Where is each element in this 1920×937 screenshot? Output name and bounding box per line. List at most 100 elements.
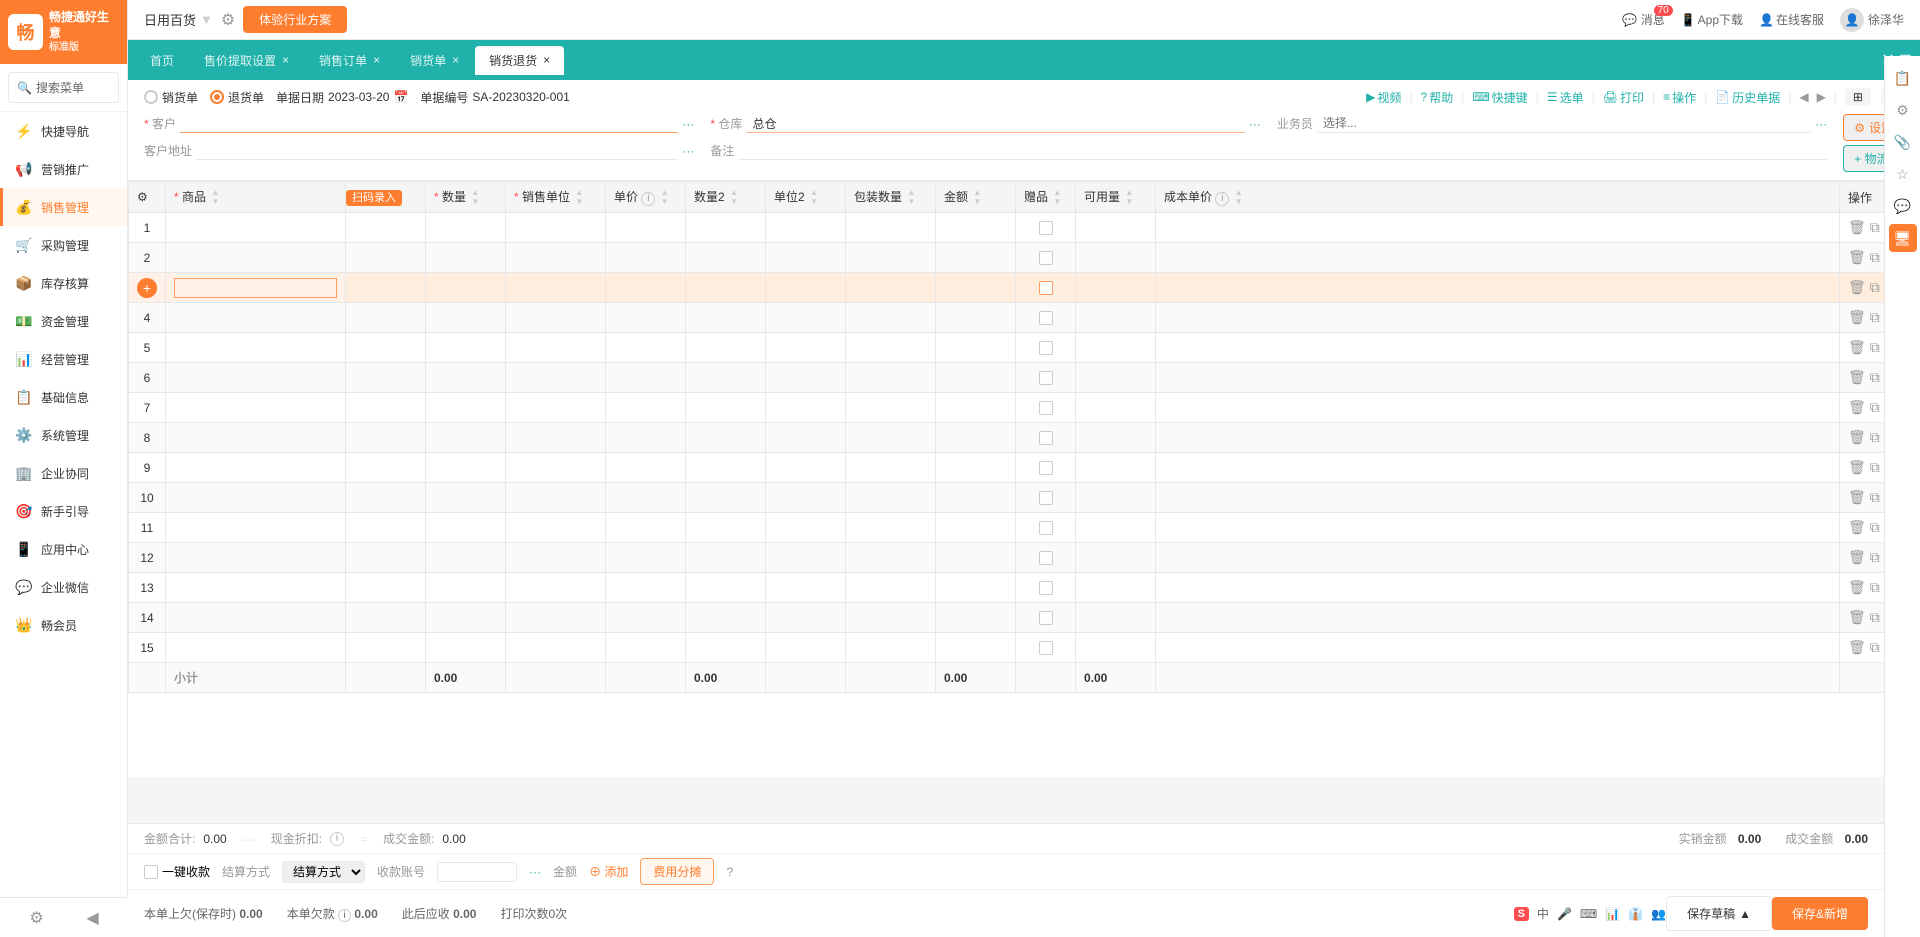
sort-cost-icon[interactable]: ▲▼	[1235, 189, 1243, 206]
warehouse-select-icon[interactable]: ···	[1249, 117, 1261, 131]
avail-cell-1[interactable]	[1076, 213, 1156, 243]
operations-button[interactable]: ≡ 操作	[1663, 89, 1696, 106]
qty-cell-2[interactable]	[426, 243, 506, 273]
copy-icon-2[interactable]: ⧉	[1870, 249, 1880, 266]
chinese-icon[interactable]: 中	[1537, 905, 1549, 922]
sidebar-item-guide[interactable]: 🎯 新手引导	[0, 492, 127, 530]
sort-qty-icon[interactable]: ▲▼	[471, 189, 479, 206]
sidebar-item-enterprise[interactable]: 🏢 企业协同	[0, 454, 127, 492]
mic-icon[interactable]: 🎤	[1557, 907, 1572, 921]
radio-return[interactable]: 退货单	[210, 89, 264, 106]
app-download-button[interactable]: 📱 App下载	[1681, 11, 1743, 28]
delete-icon[interactable]: 🗑	[1848, 309, 1866, 326]
packqty-cell-2[interactable]	[846, 243, 936, 273]
delete-icon[interactable]: 🗑	[1848, 639, 1866, 656]
copy-icon[interactable]: ⧉	[1870, 459, 1880, 476]
shortcuts-button[interactable]: ⌨ 快捷键	[1472, 89, 1527, 106]
sort-product-icon[interactable]: ▲▼	[211, 189, 219, 206]
cost-cell-1[interactable]	[1156, 213, 1840, 243]
copy-icon[interactable]: ⧉	[1870, 309, 1880, 326]
sidebar-item-marketing[interactable]: 📢 营销推广	[0, 150, 127, 188]
online-service-button[interactable]: 👤 在线客服	[1759, 11, 1824, 28]
copy-icon[interactable]: ⧉	[1870, 399, 1880, 416]
add-row-button[interactable]: +	[137, 278, 157, 298]
sidebar-item-sales[interactable]: 💰 销售管理	[0, 188, 127, 226]
staff-input[interactable]	[1317, 114, 1811, 133]
sort-qty2-icon[interactable]: ▲▼	[730, 189, 738, 206]
search-menu-button[interactable]: 🔍 搜索菜单	[8, 72, 119, 103]
delete-icon[interactable]: 🗑	[1848, 519, 1866, 536]
people-icon[interactable]: 👥	[1651, 907, 1666, 921]
copy-icon[interactable]: ⧉	[1870, 369, 1880, 386]
right-panel-btn-5[interactable]: 💬	[1889, 192, 1917, 220]
radio-delivery[interactable]: 销货单	[144, 89, 198, 106]
help-button[interactable]: ? 帮助	[1421, 89, 1454, 106]
sidebar-item-member[interactable]: 👑 畅会员	[0, 606, 127, 644]
tab-sales-return[interactable]: 销货退货 ×	[475, 46, 564, 75]
expense-info-icon[interactable]: ?	[726, 865, 733, 879]
chart-icon[interactable]: 📊	[1605, 907, 1620, 921]
header-settings-icon[interactable]: ⚙	[221, 10, 235, 30]
select-order-button[interactable]: ☰ 选单	[1547, 89, 1584, 106]
copy-icon[interactable]: ⧉	[1870, 339, 1880, 356]
qty2-cell-1[interactable]	[686, 213, 766, 243]
save-draft-button[interactable]: 保存草稿 ▲	[1666, 896, 1772, 931]
qty2-cell-3[interactable]	[686, 273, 766, 303]
copy-icon[interactable]: ⧉	[1870, 609, 1880, 626]
sidebar-item-operations[interactable]: 📊 经营管理	[0, 340, 127, 378]
one-click-payment-checkbox[interactable]: 一键收款	[144, 863, 210, 880]
sidebar-item-base[interactable]: 📋 基础信息	[0, 378, 127, 416]
qty-cell-3[interactable]	[426, 273, 506, 303]
copy-icon[interactable]: ⧉	[1870, 429, 1880, 446]
add-payment-button[interactable]: ⊕ 添加	[589, 863, 628, 880]
unit2-cell-1[interactable]	[766, 213, 846, 243]
keyboard-icon-2[interactable]: ⌨	[1580, 907, 1597, 921]
scan-badge[interactable]: 扫码录入	[346, 190, 402, 206]
customer-input[interactable]	[180, 114, 678, 133]
delete-icon[interactable]: 🗑	[1848, 429, 1866, 446]
sidebar-item-apps[interactable]: 📱 应用中心	[0, 530, 127, 568]
unit-cell-2[interactable]	[506, 243, 606, 273]
sort-amount-icon[interactable]: ▲▼	[973, 189, 981, 206]
save-new-button[interactable]: 保存&新增	[1772, 897, 1868, 930]
tab-close-price-settings[interactable]: ×	[282, 53, 289, 67]
delete-icon[interactable]: 🗑	[1848, 489, 1866, 506]
sidebar-item-funds[interactable]: 💵 资金管理	[0, 302, 127, 340]
tab-close-sales-return[interactable]: ×	[543, 53, 550, 67]
settings-icon[interactable]: ⚙	[29, 908, 43, 928]
right-panel-btn-6[interactable]: 🖥	[1889, 224, 1917, 252]
copy-icon[interactable]: ⧉	[1870, 639, 1880, 656]
copy-icon[interactable]: ⧉	[1870, 579, 1880, 596]
sort-gift-icon[interactable]: ▲▼	[1053, 189, 1061, 206]
delete-icon[interactable]: 🗑	[1848, 399, 1866, 416]
delete-icon-1[interactable]: 🗑	[1848, 219, 1866, 236]
account-dots[interactable]: ···	[529, 865, 541, 879]
sort-unit-icon[interactable]: ▲▼	[575, 189, 583, 206]
video-button[interactable]: ▶ 视频	[1366, 89, 1401, 106]
avail-cell-2[interactable]	[1076, 243, 1156, 273]
tab-price-settings[interactable]: 售价提取设置 ×	[190, 46, 303, 75]
tab-home[interactable]: 首页	[136, 46, 188, 75]
tab-close-sales-order[interactable]: ×	[373, 53, 380, 67]
next-record-icon[interactable]: ▶	[1817, 90, 1826, 104]
copy-icon[interactable]: ⧉	[1870, 549, 1880, 566]
copy-icon[interactable]: ⧉	[1870, 489, 1880, 506]
remarks-input[interactable]	[738, 141, 1827, 160]
info-icon-credit[interactable]: i	[338, 909, 351, 922]
message-button[interactable]: 💬 消息 70	[1622, 11, 1664, 28]
sidebar-item-inventory[interactable]: 📦 库存核算	[0, 264, 127, 302]
unit-cell-3[interactable]	[506, 273, 606, 303]
copy-icon[interactable]: ⧉	[1870, 519, 1880, 536]
packqty-cell-3[interactable]	[846, 273, 936, 303]
packqty-cell-1[interactable]	[846, 213, 936, 243]
right-panel-btn-3[interactable]: 📎	[1889, 128, 1917, 156]
qty-cell-1[interactable]	[426, 213, 506, 243]
qty2-cell-2[interactable]	[686, 243, 766, 273]
amount-cell-2[interactable]	[936, 243, 1016, 273]
price-cell-3[interactable]	[606, 273, 686, 303]
sort-packqty-icon[interactable]: ▲▼	[907, 189, 915, 206]
settlement-select[interactable]: 结算方式	[282, 861, 365, 883]
cost-cell-3[interactable]	[1156, 273, 1840, 303]
cost-cell-2[interactable]	[1156, 243, 1840, 273]
delete-icon[interactable]: 🗑	[1848, 339, 1866, 356]
